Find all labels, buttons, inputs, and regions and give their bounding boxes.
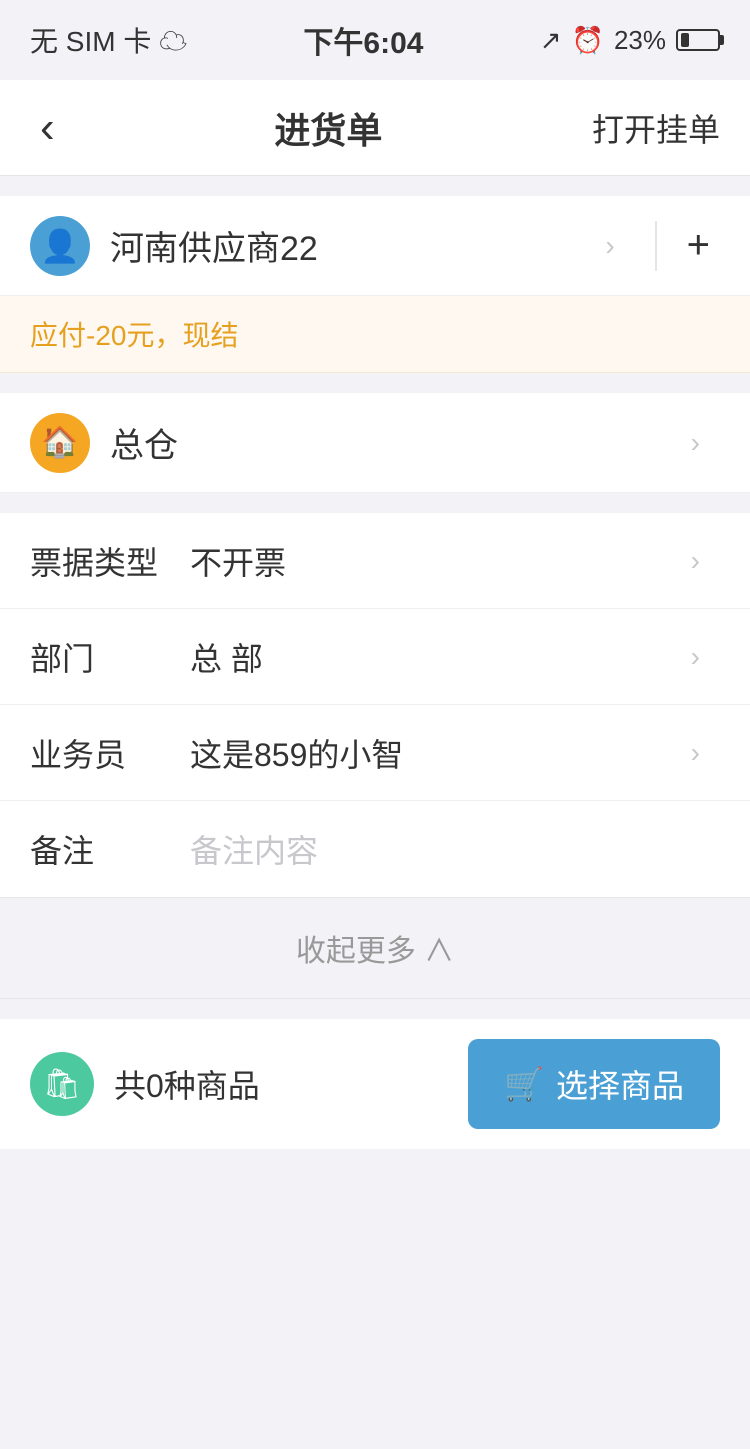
page-title: 进货单 — [274, 102, 382, 154]
page-background — [0, 1149, 750, 1449]
product-icon-wrap: 🛍 — [30, 1052, 94, 1116]
supplier-name: 河南供应商22 — [110, 221, 605, 270]
remark-input[interactable]: 备注内容 — [170, 826, 720, 872]
department-chevron-icon: › — [691, 641, 700, 673]
invoice-type-row[interactable]: 票据类型 不开票 › — [0, 513, 750, 609]
supplier-row[interactable]: 👤 河南供应商22 › + — [0, 196, 750, 296]
back-button[interactable]: ‹ — [30, 93, 65, 163]
status-left: 无 SIM 卡 ☁ — [30, 20, 187, 60]
notice-bar: 应付-20元，现结 — [0, 296, 750, 373]
status-time: 下午6:04 — [303, 18, 423, 62]
invoice-type-chevron-icon: › — [691, 545, 700, 577]
select-product-icon: 🛒 — [504, 1065, 544, 1103]
remark-label: 备注 — [30, 826, 170, 872]
avatar-icon: 👤 — [40, 227, 80, 265]
collapse-label: 收起更多 ∧ — [296, 935, 454, 968]
product-count-label: 共0种商品 — [114, 1061, 468, 1107]
add-supplier-button[interactable]: + — [677, 213, 720, 278]
select-product-button[interactable]: 🛒 选择商品 — [468, 1039, 720, 1129]
open-pending-button[interactable]: 打开挂单 — [592, 105, 720, 151]
supplier-divider — [655, 221, 657, 271]
invoice-type-label: 票据类型 — [30, 538, 170, 584]
supplier-avatar: 👤 — [30, 216, 90, 276]
section-divider-1 — [0, 176, 750, 196]
salesperson-value: 这是859的小智 — [170, 730, 691, 776]
supplier-section: 👤 河南供应商22 › + 应付-20元，现结 — [0, 196, 750, 373]
battery-label: 23% — [614, 25, 666, 56]
department-value: 总 部 — [170, 634, 691, 680]
invoice-type-value: 不开票 — [170, 538, 691, 584]
battery-icon — [676, 29, 720, 51]
warehouse-icon: 🏠 — [41, 425, 78, 460]
salesperson-label: 业务员 — [30, 730, 170, 776]
remark-row[interactable]: 备注 备注内容 — [0, 801, 750, 897]
status-right: ↗ ⏰ 23% — [540, 25, 720, 56]
salesperson-chevron-icon: › — [691, 737, 700, 769]
collapse-row[interactable]: 收起更多 ∧ — [0, 897, 750, 999]
product-icon: 🛍 — [43, 1067, 81, 1102]
location-icon: ↗ — [540, 25, 562, 56]
supplier-chevron-icon: › — [605, 230, 614, 262]
notice-text: 应付-20元，现结 — [30, 320, 238, 351]
salesperson-row[interactable]: 业务员 这是859的小智 › — [0, 705, 750, 801]
warehouse-icon-wrap: 🏠 — [30, 413, 90, 473]
nav-bar: ‹ 进货单 打开挂单 — [0, 80, 750, 176]
warehouse-label: 总仓 — [110, 418, 691, 467]
warehouse-chevron-icon: › — [691, 427, 700, 459]
select-product-label: 选择商品 — [556, 1061, 684, 1107]
sim-label: 无 SIM 卡 ☁ — [30, 20, 187, 60]
status-bar: 无 SIM 卡 ☁ 下午6:04 ↗ ⏰ 23% — [0, 0, 750, 80]
warehouse-row[interactable]: 🏠 总仓 › — [0, 393, 750, 493]
form-section: 票据类型 不开票 › 部门 总 部 › 业务员 这是859的小智 › 备注 备注… — [0, 513, 750, 897]
product-bar: 🛍 共0种商品 🛒 选择商品 — [0, 1019, 750, 1149]
department-label: 部门 — [30, 634, 170, 680]
department-row[interactable]: 部门 总 部 › — [0, 609, 750, 705]
alarm-icon: ⏰ — [572, 25, 604, 56]
